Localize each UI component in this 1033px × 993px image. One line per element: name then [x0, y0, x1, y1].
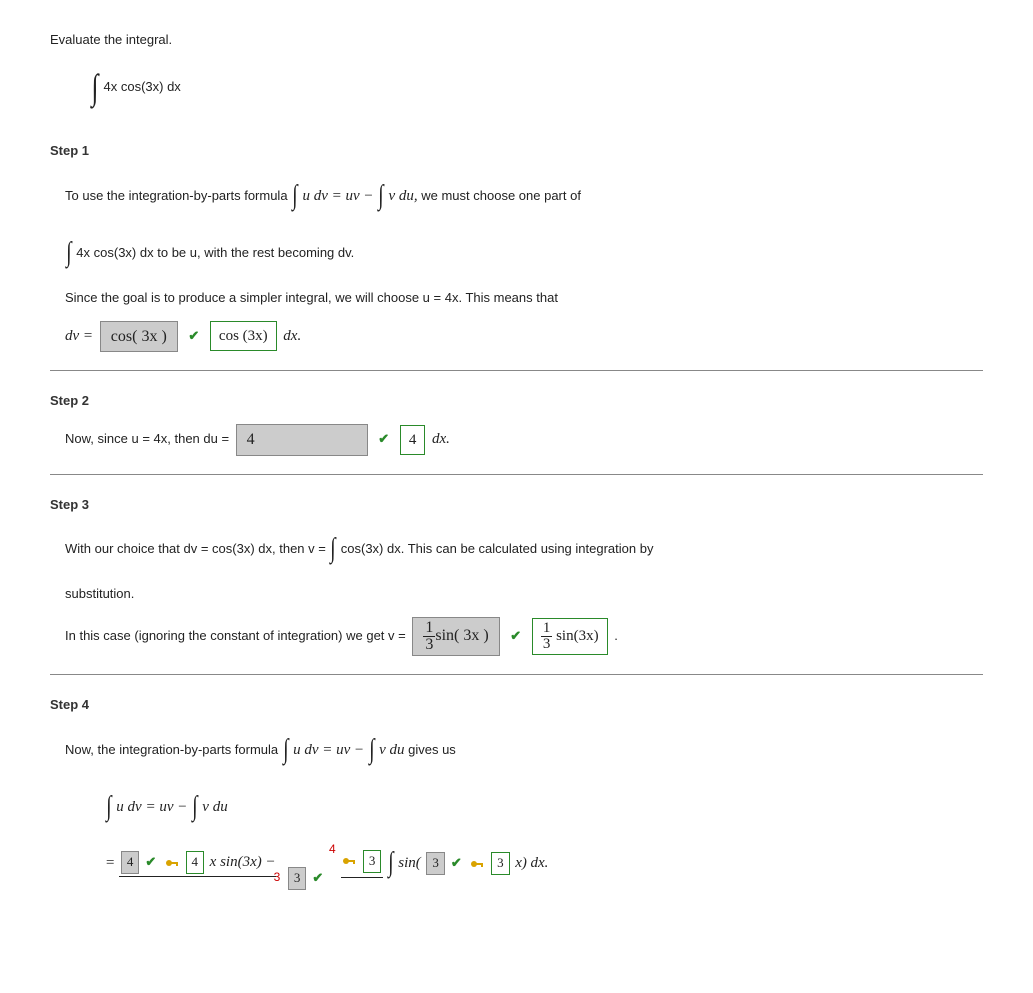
answer-box[interactable]: 3: [288, 867, 307, 890]
correct-box: 13 sin(3x): [532, 618, 608, 655]
check-icon: ✔: [451, 855, 462, 870]
divider: [50, 674, 983, 675]
answer-box-du[interactable]: 4: [236, 424, 368, 456]
check-icon: ✔: [188, 328, 199, 343]
step3-line1: With our choice that dv = cos(3x) dx, th…: [65, 527, 983, 572]
correct-box: 4: [400, 425, 426, 455]
integrand: 4x cos(3x) dx: [104, 77, 181, 98]
question-prompt: Evaluate the integral. ∫ 4x cos(3x) dx: [50, 30, 983, 116]
correct-box: cos (3x): [210, 321, 277, 351]
integral-sign: ∫: [283, 728, 288, 773]
step1-line2: ∫ 4x cos(3x) dx to be u, with the rest b…: [65, 231, 983, 276]
integral-sign: ∫: [331, 527, 336, 572]
step4-line2: ∫ u dv = uv − ∫ v du: [105, 785, 983, 830]
step1-line3: Since the goal is to produce a simpler i…: [65, 288, 983, 309]
step3-line2: In this case (ignoring the constant of i…: [65, 617, 983, 656]
check-icon: ✔: [378, 431, 389, 446]
integral-sign: ∫: [91, 59, 98, 117]
step3-line1b: substitution.: [65, 584, 983, 605]
check-icon: ✔: [145, 854, 156, 869]
step4-line3: = 4✔ 4 x sin(3x) − 3 3✔ 4 3 ∫ sin( 3✔ 3 …: [105, 841, 983, 886]
integral-sign: ∫: [292, 174, 297, 219]
step1-head: Step 1: [50, 141, 983, 162]
step2-line: Now, since u = 4x, then du = 4 ✔ 4 dx.: [65, 424, 983, 456]
answer-box-v[interactable]: 13sin( 3x ): [412, 617, 499, 656]
key-icon: [164, 857, 180, 869]
key-answer: 4: [186, 851, 205, 874]
check-icon: ✔: [510, 628, 521, 643]
integral-sign: ∫: [378, 174, 383, 219]
numerator: 4: [329, 842, 336, 856]
step4-head: Step 4: [50, 695, 983, 716]
prompt-title: Evaluate the integral.: [50, 30, 983, 51]
divider: [50, 474, 983, 475]
integral-sign: ∫: [388, 841, 393, 886]
integral-sign: ∫: [106, 785, 111, 830]
step2-head: Step 2: [50, 391, 983, 412]
divider: [50, 370, 983, 371]
integral-sign: ∫: [66, 231, 71, 276]
step3-head: Step 3: [50, 495, 983, 516]
denominator: 3: [274, 870, 281, 884]
key-icon: [469, 858, 485, 870]
answer-box[interactable]: 4: [121, 851, 140, 874]
answer-box[interactable]: 3: [426, 852, 445, 875]
check-icon: ✔: [312, 870, 323, 885]
step1-line4: dv = cos( 3x ) ✔ cos (3x) dx.: [65, 321, 983, 353]
step1-line1: To use the integration-by-parts formula …: [65, 174, 983, 219]
answer-box-dv[interactable]: cos( 3x ): [100, 321, 178, 353]
key-answer: 3: [491, 852, 510, 875]
key-icon: [341, 855, 357, 867]
integral-sign: ∫: [192, 785, 197, 830]
step4-line1: Now, the integration-by-parts formula ∫ …: [65, 728, 983, 773]
key-answer: 3: [363, 850, 382, 873]
integral-sign: ∫: [369, 728, 374, 773]
